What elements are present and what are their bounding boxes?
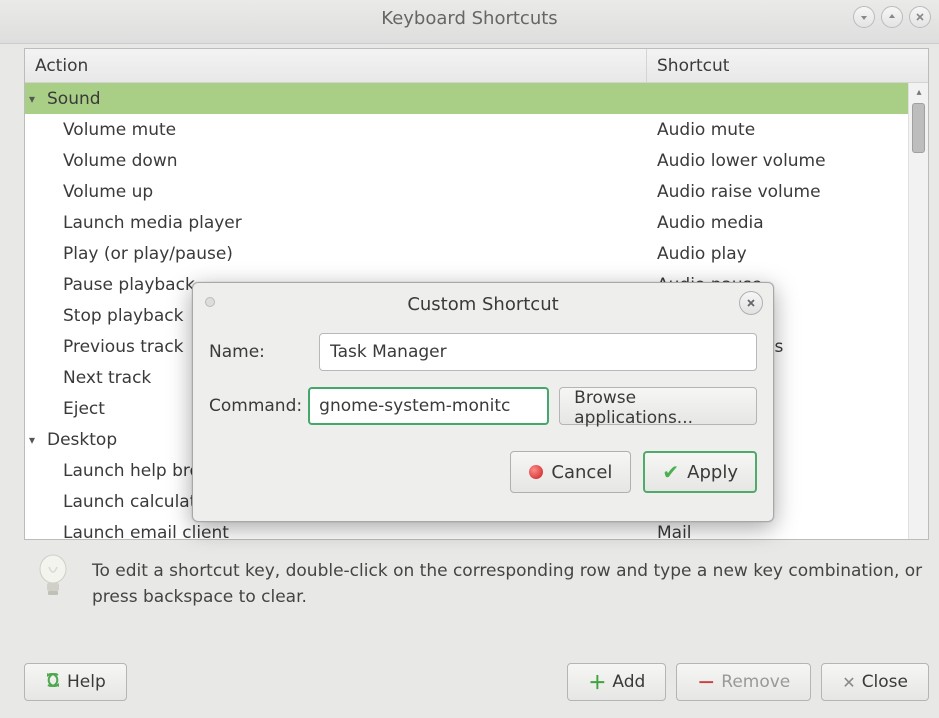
cancel-button-label: Cancel bbox=[551, 462, 612, 483]
category-row[interactable]: ▾Sound bbox=[25, 83, 908, 114]
close-x-icon: ✕ bbox=[842, 673, 855, 692]
action-cell: Volume up bbox=[25, 182, 647, 202]
shortcut-row[interactable]: Volume upAudio raise volume bbox=[25, 176, 908, 207]
window-title: Keyboard Shortcuts bbox=[0, 0, 939, 38]
column-header-shortcut[interactable]: Shortcut bbox=[647, 49, 928, 82]
close-button[interactable]: ✕ Close bbox=[821, 663, 929, 701]
close-button-label: Close bbox=[862, 672, 908, 692]
action-cell: Launch media player bbox=[25, 213, 647, 233]
column-header-action[interactable]: Action bbox=[25, 49, 647, 82]
help-icon bbox=[45, 672, 61, 692]
minus-icon: － bbox=[697, 669, 715, 695]
remove-button: － Remove bbox=[676, 663, 811, 701]
dialog-indicator-icon bbox=[205, 297, 215, 307]
name-label: Name: bbox=[209, 342, 319, 362]
shortcut-cell: Audio lower volume bbox=[647, 151, 908, 171]
shortcut-row[interactable]: Volume downAudio lower volume bbox=[25, 145, 908, 176]
expander-icon[interactable]: ▾ bbox=[29, 433, 47, 447]
dialog-close-icon[interactable] bbox=[739, 291, 763, 315]
dialog-titlebar: Custom Shortcut bbox=[193, 283, 773, 327]
plus-icon: ＋ bbox=[588, 669, 606, 695]
help-button-label: Help bbox=[67, 672, 106, 692]
browse-applications-button[interactable]: Browse applications... bbox=[559, 387, 757, 425]
maximize-icon[interactable] bbox=[881, 6, 903, 28]
close-icon[interactable] bbox=[909, 6, 931, 28]
apply-button[interactable]: ✔ Apply bbox=[643, 451, 757, 493]
category-label: Sound bbox=[47, 89, 101, 109]
command-input[interactable] bbox=[308, 387, 549, 425]
shortcut-row[interactable]: Launch media playerAudio media bbox=[25, 207, 908, 238]
shortcut-cell: Audio media bbox=[647, 213, 908, 233]
cancel-icon bbox=[529, 465, 543, 479]
name-input[interactable] bbox=[319, 333, 757, 371]
add-button-label: Add bbox=[612, 672, 645, 692]
action-cell: Volume mute bbox=[25, 120, 647, 140]
scrollbar-thumb[interactable] bbox=[912, 103, 925, 153]
button-bar: Help ＋ Add － Remove ✕ Close bbox=[24, 660, 929, 704]
shortcut-cell: Audio play bbox=[647, 244, 908, 264]
category-label: Desktop bbox=[47, 430, 117, 450]
titlebar: Keyboard Shortcuts bbox=[0, 0, 939, 44]
custom-shortcut-dialog: Custom Shortcut Name: Command: Browse ap… bbox=[192, 282, 774, 522]
keyboard-shortcuts-window: Keyboard Shortcuts Action Shortcut ▾Soun… bbox=[0, 0, 939, 718]
dialog-body: Name: Command: Browse applications... bbox=[193, 327, 773, 451]
lightbulb-icon bbox=[34, 553, 72, 609]
action-cell: Volume down bbox=[25, 151, 647, 171]
remove-button-label: Remove bbox=[721, 672, 790, 692]
apply-button-label: Apply bbox=[687, 462, 738, 483]
cancel-button[interactable]: Cancel bbox=[510, 451, 631, 493]
table-header: Action Shortcut bbox=[25, 49, 928, 83]
dialog-footer: Cancel ✔ Apply bbox=[193, 451, 773, 493]
scrollbar[interactable]: ▴ bbox=[908, 83, 928, 539]
shortcut-row[interactable]: Play (or play/pause)Audio play bbox=[25, 238, 908, 269]
minimize-icon[interactable] bbox=[853, 6, 875, 28]
scroll-up-icon[interactable]: ▴ bbox=[909, 83, 929, 101]
help-button[interactable]: Help bbox=[24, 663, 127, 701]
action-cell: Play (or play/pause) bbox=[25, 244, 647, 264]
window-controls bbox=[853, 6, 931, 28]
hint-text: To edit a shortcut key, double-click on … bbox=[92, 553, 929, 610]
dialog-title: Custom Shortcut bbox=[193, 283, 773, 327]
add-button[interactable]: ＋ Add bbox=[567, 663, 666, 701]
browse-button-label: Browse applications... bbox=[574, 388, 693, 428]
hint-area: To edit a shortcut key, double-click on … bbox=[24, 553, 929, 618]
action-cell: Launch email client bbox=[25, 523, 647, 540]
expander-icon[interactable]: ▾ bbox=[29, 92, 47, 106]
command-label: Command: bbox=[209, 396, 308, 416]
shortcut-row[interactable]: Volume muteAudio mute bbox=[25, 114, 908, 145]
apply-icon: ✔ bbox=[662, 460, 679, 484]
shortcut-cell: Audio mute bbox=[647, 120, 908, 140]
shortcut-cell: Audio raise volume bbox=[647, 182, 908, 202]
shortcut-cell: Mail bbox=[647, 523, 908, 540]
